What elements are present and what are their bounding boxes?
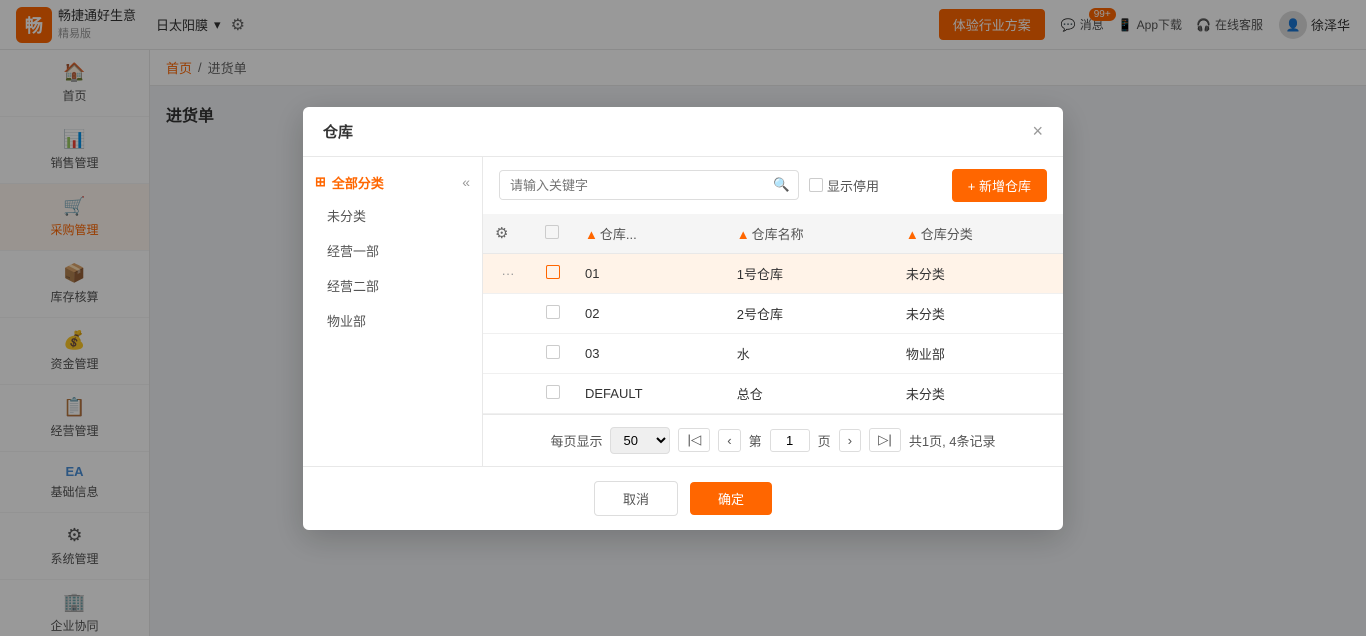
- modal-overlay: 仓库 × ⊞ 全部分类 « 未分类 经营一部 经营二部 物业部: [0, 0, 1366, 636]
- row-category: 未分类: [894, 253, 1063, 293]
- row-more-icon: ···: [502, 266, 515, 281]
- row-code: 01: [573, 253, 725, 293]
- per-page-label: 每页显示: [550, 431, 602, 450]
- row-check[interactable]: [533, 333, 573, 373]
- row-more[interactable]: ···: [483, 253, 533, 293]
- category-all-label: 全部分类: [332, 173, 384, 192]
- category-collapse-button[interactable]: «: [462, 174, 470, 190]
- category-item-dept2[interactable]: 经营二部: [303, 268, 482, 303]
- row-name: 水: [725, 333, 894, 373]
- sort-icon-cat: ▲: [906, 227, 919, 242]
- warehouse-modal: 仓库 × ⊞ 全部分类 « 未分类 经营一部 经营二部 物业部: [303, 107, 1063, 530]
- table-panel: 🔍 显示停用 + 新增仓库 ⚙: [483, 157, 1063, 466]
- cancel-button[interactable]: 取消: [594, 481, 678, 516]
- modal-close-button[interactable]: ×: [1032, 121, 1043, 142]
- modal-header: 仓库 ×: [303, 107, 1063, 157]
- row-code: 03: [573, 333, 725, 373]
- row-name: 1号仓库: [725, 253, 894, 293]
- table-header-row: ⚙ ▲仓库... ▲仓库名称: [483, 214, 1063, 254]
- row-name: 2号仓库: [725, 293, 894, 333]
- per-page-select[interactable]: 50 20 100: [610, 427, 670, 454]
- row-check[interactable]: [533, 293, 573, 333]
- modal-title: 仓库: [323, 121, 353, 142]
- row-more[interactable]: [483, 293, 533, 333]
- table-row[interactable]: ··· 01 1号仓库 未分类: [483, 253, 1063, 293]
- row-code: 02: [573, 293, 725, 333]
- category-all: ⊞ 全部分类: [315, 173, 384, 192]
- category-all-icon: ⊞: [315, 174, 326, 190]
- pagination: 每页显示 50 20 100 |◁ ‹ 第 页 › ▷| 共1页, 4条记录: [483, 414, 1063, 466]
- search-box: 🔍: [499, 170, 799, 200]
- col-name-header: ▲仓库名称: [725, 214, 894, 254]
- select-all-checkbox[interactable]: [545, 225, 559, 239]
- category-panel: ⊞ 全部分类 « 未分类 经营一部 经营二部 物业部: [303, 157, 483, 466]
- sort-icon-name: ▲: [737, 227, 750, 242]
- show-disabled-label[interactable]: 显示停用: [809, 176, 879, 195]
- category-all-header[interactable]: ⊞ 全部分类 «: [303, 167, 482, 198]
- col-check-header: [533, 214, 573, 254]
- row-category: 未分类: [894, 373, 1063, 413]
- col-category-header: ▲仓库分类: [894, 214, 1063, 254]
- row-check[interactable]: [533, 373, 573, 413]
- row-category: 物业部: [894, 333, 1063, 373]
- table-row[interactable]: DEFAULT 总仓 未分类: [483, 373, 1063, 413]
- gear-icon[interactable]: ⚙: [495, 225, 508, 242]
- show-disabled-checkbox[interactable]: [809, 178, 823, 192]
- search-button[interactable]: 🔍: [765, 171, 798, 199]
- category-item-dept1[interactable]: 经营一部: [303, 233, 482, 268]
- row-checkbox[interactable]: [546, 265, 560, 279]
- page-next-button[interactable]: ›: [839, 429, 861, 452]
- category-item-unclassified[interactable]: 未分类: [303, 198, 482, 233]
- page-summary: 共1页, 4条记录: [909, 431, 996, 450]
- page-prev-button[interactable]: ‹: [718, 429, 740, 452]
- page-first-button[interactable]: |◁: [678, 428, 710, 452]
- col-settings-header: ⚙: [483, 214, 533, 254]
- page-suffix: 页: [818, 431, 831, 450]
- sort-icon: ▲: [585, 227, 598, 242]
- table-toolbar: 🔍 显示停用 + 新增仓库: [483, 157, 1063, 214]
- row-checkbox[interactable]: [546, 305, 560, 319]
- modal-footer: 取消 确定: [303, 466, 1063, 530]
- row-name: 总仓: [725, 373, 894, 413]
- add-warehouse-button[interactable]: + 新增仓库: [952, 169, 1047, 202]
- table-row[interactable]: 03 水 物业部: [483, 333, 1063, 373]
- show-disabled-text: 显示停用: [827, 176, 879, 195]
- row-more[interactable]: [483, 333, 533, 373]
- table-row[interactable]: 02 2号仓库 未分类: [483, 293, 1063, 333]
- page-last-button[interactable]: ▷|: [869, 428, 901, 452]
- confirm-button[interactable]: 确定: [690, 482, 772, 515]
- category-item-property[interactable]: 物业部: [303, 303, 482, 338]
- row-checkbox[interactable]: [546, 345, 560, 359]
- row-code: DEFAULT: [573, 373, 725, 413]
- search-input[interactable]: [500, 172, 765, 199]
- page-prefix: 第: [749, 431, 762, 450]
- warehouse-table: ⚙ ▲仓库... ▲仓库名称: [483, 214, 1063, 414]
- page-number-input[interactable]: [770, 429, 810, 452]
- col-code-header: ▲仓库...: [573, 214, 725, 254]
- modal-body: ⊞ 全部分类 « 未分类 经营一部 经营二部 物业部 🔍: [303, 157, 1063, 466]
- row-category: 未分类: [894, 293, 1063, 333]
- row-checkbox[interactable]: [546, 385, 560, 399]
- row-more[interactable]: [483, 373, 533, 413]
- table-scroll: ⚙ ▲仓库... ▲仓库名称: [483, 214, 1063, 414]
- row-check[interactable]: [533, 253, 573, 293]
